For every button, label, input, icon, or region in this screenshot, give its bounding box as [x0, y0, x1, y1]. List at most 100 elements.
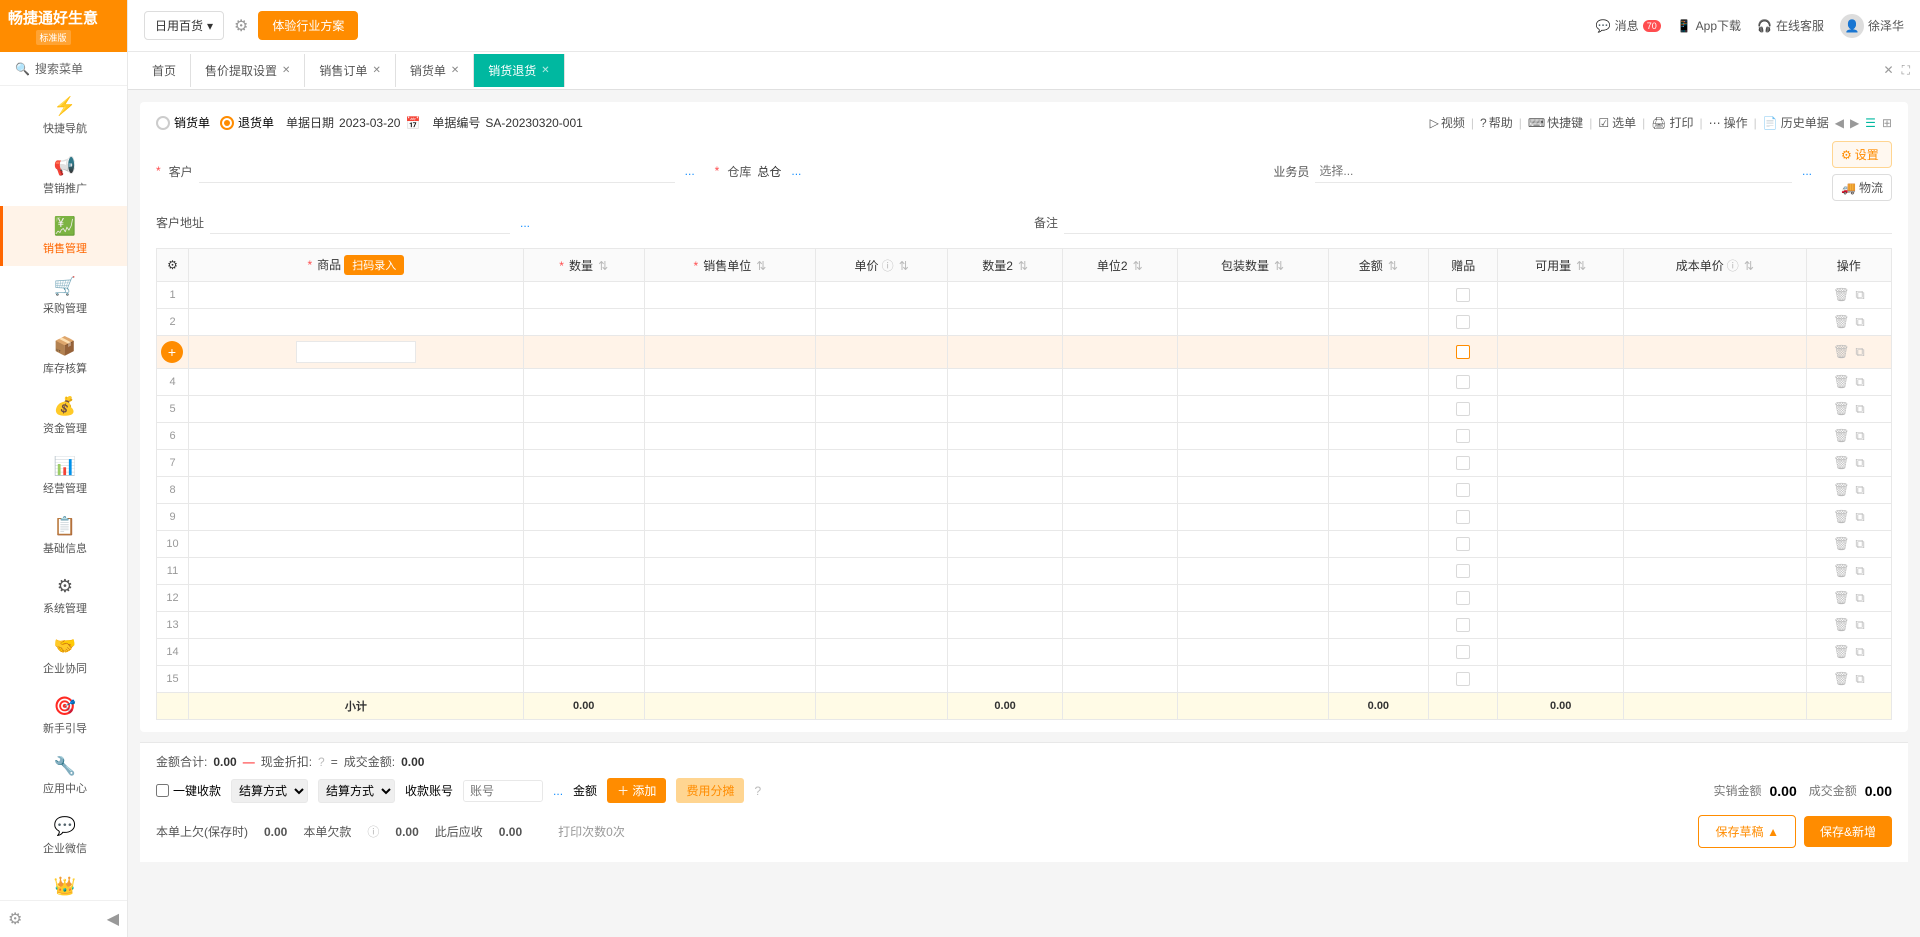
sort-icon[interactable]: ⇅: [1018, 259, 1028, 273]
copy-row-icon[interactable]: ⧉: [1855, 401, 1864, 417]
cost-price-cell[interactable]: [1624, 282, 1806, 309]
data-cell[interactable]: [1062, 423, 1177, 450]
data-cell[interactable]: [948, 666, 1063, 693]
product-cell[interactable]: [189, 369, 524, 396]
cost-price-cell[interactable]: [1624, 504, 1806, 531]
available-cell[interactable]: [1498, 639, 1624, 666]
data-cell[interactable]: [1328, 396, 1429, 423]
data-cell[interactable]: [523, 639, 644, 666]
data-cell[interactable]: [1177, 282, 1328, 309]
data-cell[interactable]: [816, 477, 948, 504]
radio-delivery[interactable]: 销货单: [156, 114, 210, 131]
cost-price-cell[interactable]: [1624, 309, 1806, 336]
tab-sales-delivery[interactable]: 销货单 ✕: [396, 54, 474, 87]
available-cell[interactable]: [1498, 423, 1624, 450]
data-cell[interactable]: [948, 504, 1063, 531]
data-cell[interactable]: [523, 369, 644, 396]
product-cell[interactable]: [189, 585, 524, 612]
data-cell[interactable]: [1177, 396, 1328, 423]
product-cell[interactable]: [189, 612, 524, 639]
sort-icon[interactable]: ⇅: [1274, 259, 1284, 273]
available-cell[interactable]: [1498, 309, 1624, 336]
data-cell[interactable]: [1062, 336, 1177, 369]
settlement-select[interactable]: 结算方式: [231, 779, 308, 803]
data-cell[interactable]: [1328, 423, 1429, 450]
sidebar-item-guide[interactable]: 🎯 新手引导: [0, 686, 127, 746]
data-cell[interactable]: [523, 531, 644, 558]
data-cell[interactable]: [948, 477, 1063, 504]
add-button[interactable]: ＋ 添加: [607, 778, 666, 803]
calc-method-select[interactable]: 结算方式: [318, 779, 395, 803]
data-cell[interactable]: [1062, 585, 1177, 612]
data-cell[interactable]: [523, 282, 644, 309]
product-cell[interactable]: [189, 396, 524, 423]
data-cell[interactable]: [523, 477, 644, 504]
gift-checkbox[interactable]: [1456, 345, 1470, 359]
data-cell[interactable]: [948, 531, 1063, 558]
user-menu[interactable]: 👤 徐泽华: [1840, 14, 1904, 38]
save-new-btn[interactable]: 保存&新增: [1804, 816, 1892, 847]
delete-row-icon[interactable]: 🗑: [1833, 314, 1850, 330]
industry-select[interactable]: 日用百货 ▾: [144, 11, 224, 40]
copy-row-icon[interactable]: ⧉: [1855, 617, 1864, 633]
settings-gear-icon[interactable]: ⚙: [234, 16, 248, 36]
data-cell[interactable]: [816, 396, 948, 423]
delete-row-icon[interactable]: 🗑: [1833, 482, 1850, 498]
product-cell[interactable]: [189, 531, 524, 558]
data-cell[interactable]: [523, 309, 644, 336]
data-cell[interactable]: [644, 585, 815, 612]
prev-icon[interactable]: ◀: [1835, 116, 1844, 130]
data-cell[interactable]: [523, 585, 644, 612]
sidebar-item-apps[interactable]: 🔧 应用中心: [0, 746, 127, 806]
data-cell[interactable]: [816, 585, 948, 612]
history-btn[interactable]: 📄 历史单据: [1763, 114, 1829, 131]
collapse-icon[interactable]: ◀: [107, 909, 119, 929]
sidebar-item-finance[interactable]: 💰 资金管理: [0, 386, 127, 446]
delete-row-icon[interactable]: 🗑: [1833, 671, 1850, 687]
data-cell[interactable]: [1328, 336, 1429, 369]
data-cell[interactable]: [948, 336, 1063, 369]
gift-checkbox[interactable]: [1456, 288, 1470, 302]
sidebar-item-quick-nav[interactable]: ⚡ 快捷导航: [0, 86, 127, 146]
gift-checkbox[interactable]: [1456, 672, 1470, 686]
data-cell[interactable]: [948, 585, 1063, 612]
address-input[interactable]: [210, 211, 510, 234]
cost-price-cell[interactable]: [1624, 639, 1806, 666]
cost-price-cell[interactable]: [1624, 423, 1806, 450]
cost-price-cell[interactable]: [1624, 396, 1806, 423]
data-cell[interactable]: [816, 558, 948, 585]
data-cell[interactable]: [948, 309, 1063, 336]
cost-price-cell[interactable]: [1624, 558, 1806, 585]
copy-row-icon[interactable]: ⧉: [1855, 374, 1864, 390]
data-cell[interactable]: [523, 423, 644, 450]
available-cell[interactable]: [1498, 666, 1624, 693]
data-cell[interactable]: [816, 336, 948, 369]
grid-view-icon[interactable]: ⊞: [1882, 116, 1892, 130]
data-cell[interactable]: [644, 612, 815, 639]
list-view-icon[interactable]: ☰: [1865, 116, 1876, 130]
data-cell[interactable]: [948, 282, 1063, 309]
copy-row-icon[interactable]: ⧉: [1855, 671, 1864, 687]
data-cell[interactable]: [644, 558, 815, 585]
copy-row-icon[interactable]: ⧉: [1855, 509, 1864, 525]
tab-close-icon[interactable]: ✕: [541, 65, 549, 76]
data-cell[interactable]: [948, 369, 1063, 396]
data-cell[interactable]: [816, 423, 948, 450]
delete-row-icon[interactable]: 🗑: [1833, 374, 1850, 390]
data-cell[interactable]: [1328, 531, 1429, 558]
data-cell[interactable]: [1062, 612, 1177, 639]
logistics-btn[interactable]: 🚚 物流: [1832, 174, 1892, 201]
data-cell[interactable]: [644, 369, 815, 396]
sidebar-item-system[interactable]: ⚙ 系统管理: [0, 566, 127, 626]
data-cell[interactable]: [816, 639, 948, 666]
available-cell[interactable]: [1498, 612, 1624, 639]
operation-btn[interactable]: ⋯ 操作: [1709, 114, 1748, 131]
available-cell[interactable]: [1498, 477, 1624, 504]
delete-row-icon[interactable]: 🗑: [1833, 509, 1850, 525]
data-cell[interactable]: [1177, 585, 1328, 612]
available-cell[interactable]: [1498, 585, 1624, 612]
data-cell[interactable]: [1328, 666, 1429, 693]
sort-icon[interactable]: ⇅: [1388, 259, 1398, 273]
data-cell[interactable]: [1062, 531, 1177, 558]
sort-icon[interactable]: ⇅: [899, 259, 909, 273]
